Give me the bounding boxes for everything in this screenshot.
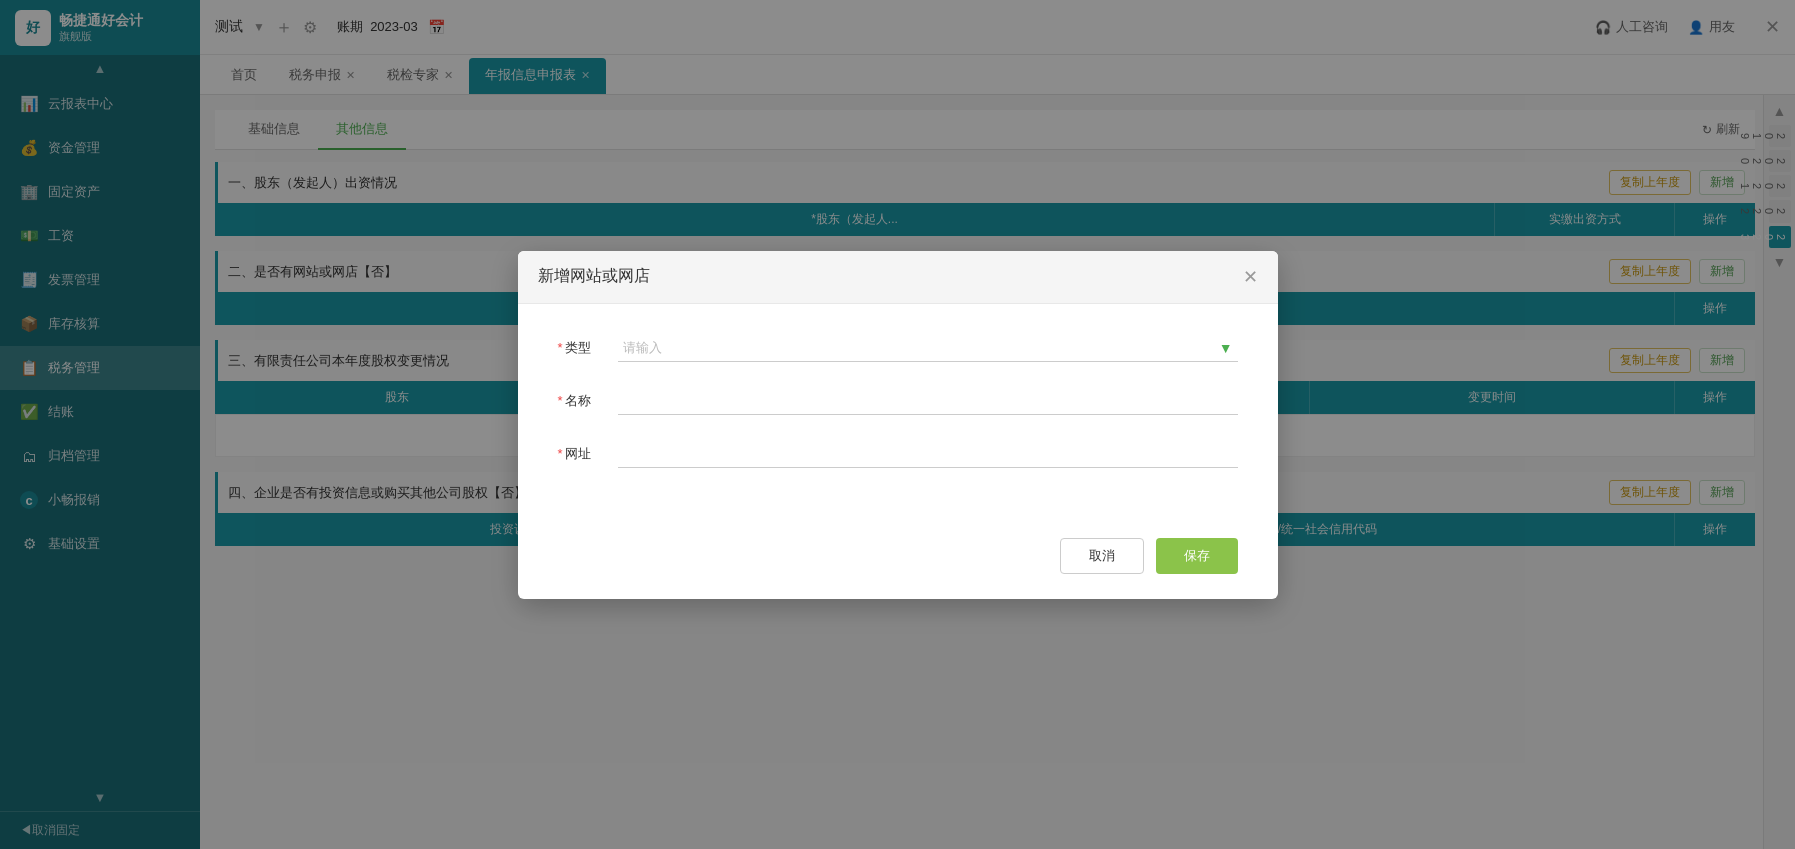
field-name-input[interactable]	[618, 387, 1238, 415]
modal-footer: 取消 保存	[518, 523, 1278, 599]
modal-body: * 类型 ▼ * 名称 *	[518, 304, 1278, 523]
field-url-input[interactable]	[618, 440, 1238, 468]
cancel-button[interactable]: 取消	[1060, 538, 1144, 574]
modal-title: 新增网站或网店	[538, 266, 650, 287]
modal-overlay: 新增网站或网店 ✕ * 类型 ▼ * 名称	[0, 0, 1795, 849]
type-dropdown-arrow[interactable]: ▼	[1219, 340, 1233, 356]
field-name-label: * 名称	[558, 392, 618, 410]
field-type-label: * 类型	[558, 339, 618, 357]
form-field-name: * 名称	[558, 387, 1238, 415]
field-type-input[interactable]	[618, 334, 1238, 362]
field-url-label: * 网址	[558, 445, 618, 463]
form-field-type: * 类型 ▼	[558, 334, 1238, 362]
modal-close-button[interactable]: ✕	[1243, 266, 1258, 288]
modal-add-website: 新增网站或网店 ✕ * 类型 ▼ * 名称	[518, 251, 1278, 599]
save-button[interactable]: 保存	[1156, 538, 1238, 574]
form-field-url: * 网址	[558, 440, 1238, 468]
modal-header: 新增网站或网店 ✕	[518, 251, 1278, 304]
